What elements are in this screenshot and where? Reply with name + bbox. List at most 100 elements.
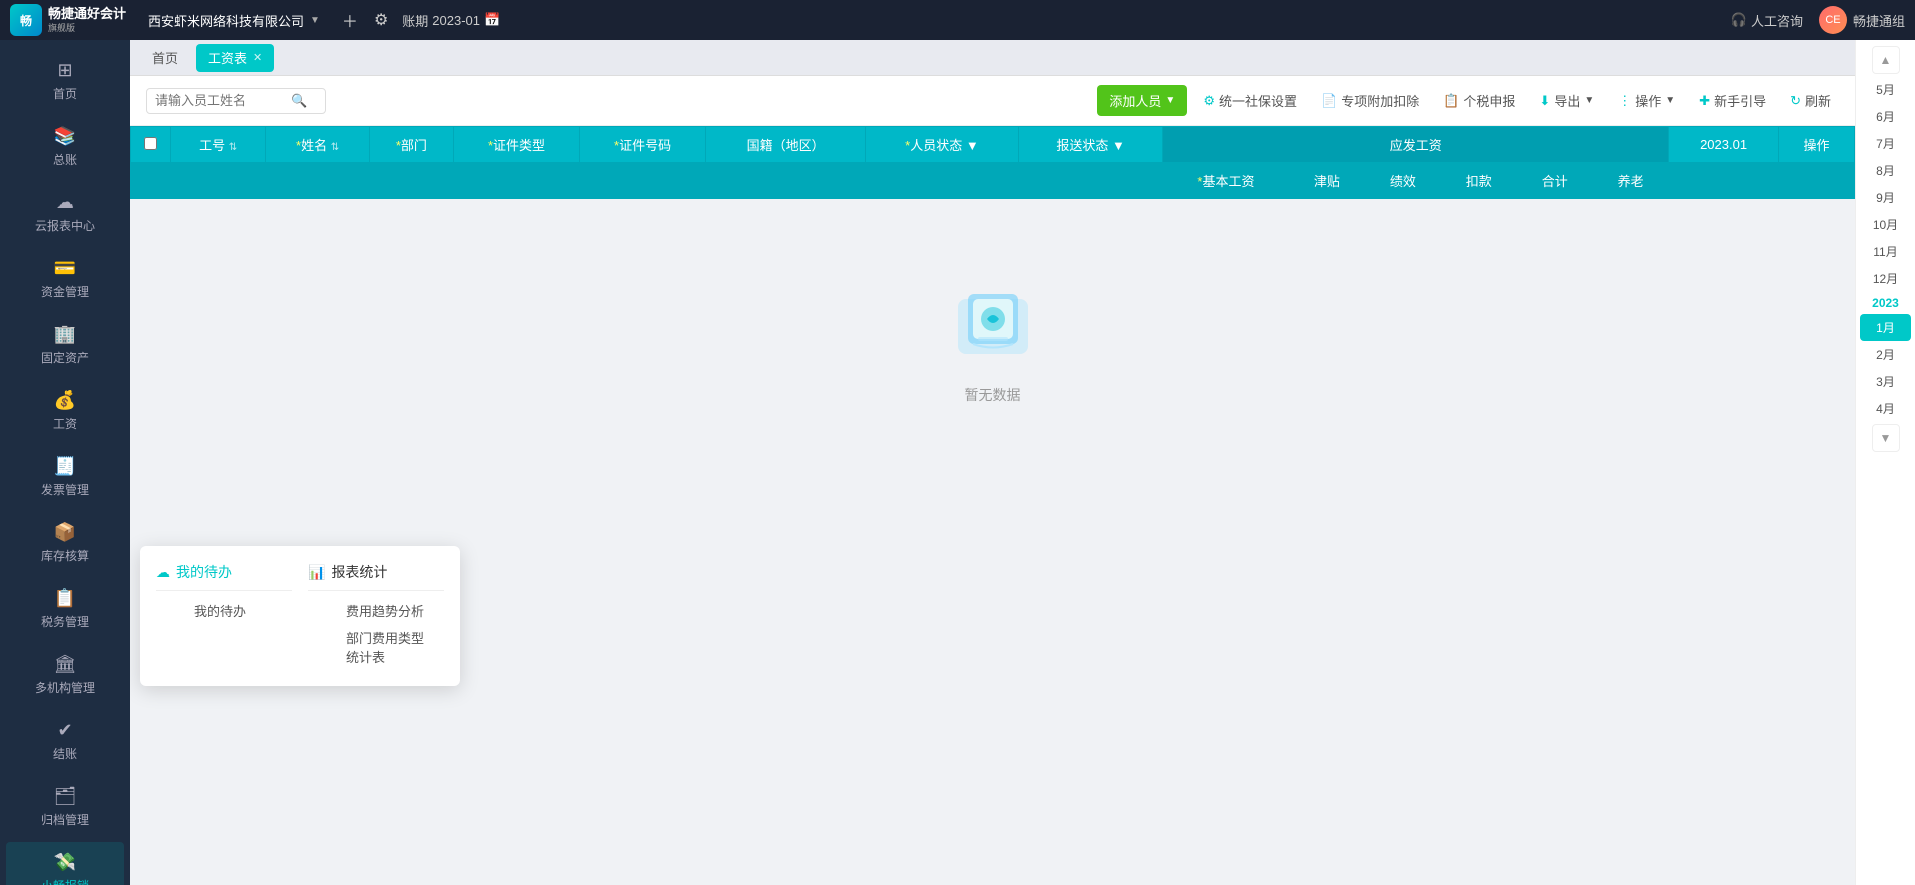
- period-label: 账期: [402, 11, 428, 30]
- header-right: 添加人员 ▼ ⚙ 统一社保设置 📄 专项附加扣除 📋 个税申报 ⬇: [1097, 85, 1839, 116]
- sidebar-icon-11: 🗂: [54, 786, 77, 807]
- new-guide-button[interactable]: ✚ 新手引导: [1691, 87, 1774, 114]
- select-all-checkbox[interactable]: [131, 127, 171, 163]
- col-operations: 操作: [1778, 127, 1854, 163]
- sidebar-item-7[interactable]: 📦 库存核算: [6, 512, 124, 574]
- tax-icon: 📋: [1443, 93, 1459, 109]
- refresh-button[interactable]: ↻ 刷新: [1782, 87, 1839, 114]
- popup-col-todo: ☁ 我的待办 我的待办: [156, 562, 292, 670]
- sidebar-item-0[interactable]: ⊞ 首页: [6, 50, 124, 112]
- month-2[interactable]: 2月: [1856, 341, 1915, 368]
- operations-icon: ⋮: [1618, 93, 1631, 109]
- sidebar-label-9: 多机构管理: [35, 679, 95, 696]
- company-name: 西安虾米网络科技有限公司: [148, 11, 304, 30]
- operations-button[interactable]: ⋮ 操作 ▼: [1610, 87, 1683, 114]
- col-id-number: *证件号码: [580, 127, 706, 163]
- col-report-status: 报送状态 ▼: [1018, 127, 1163, 163]
- month-9[interactable]: 9月: [1856, 184, 1915, 211]
- month-nav-down[interactable]: ▼: [1872, 424, 1900, 452]
- month-11[interactable]: 11月: [1856, 238, 1915, 265]
- popup-report-item-0[interactable]: 费用趋势分析: [338, 597, 444, 624]
- export-button[interactable]: ⬇ 导出 ▼: [1531, 87, 1602, 114]
- current-year-label: 2023: [1856, 292, 1915, 314]
- search-input[interactable]: [155, 93, 285, 108]
- sidebar-item-1[interactable]: 📚 总账: [6, 116, 124, 178]
- sidebar-icon-5: 💰: [54, 390, 76, 411]
- support-button[interactable]: 🎧 人工咨询: [1731, 11, 1803, 30]
- dropdown-popup: ☁ 我的待办 我的待办 📊 报表统计 费用趋势分析: [140, 546, 460, 686]
- month-12[interactable]: 12月: [1856, 265, 1915, 292]
- month-10[interactable]: 10月: [1856, 211, 1915, 238]
- sidebar-item-5[interactable]: 💰 工资: [6, 380, 124, 442]
- sidebar-icon-4: 🏢: [54, 324, 76, 345]
- user-area[interactable]: CE 畅捷通组: [1819, 6, 1905, 34]
- month-5[interactable]: 5月: [1856, 76, 1915, 103]
- sidebar-icon-3: 💳: [54, 258, 76, 279]
- sidebar-item-3[interactable]: 💳 资金管理: [6, 248, 124, 310]
- search-icon[interactable]: 🔍: [291, 93, 307, 109]
- todo-section-icon: ☁: [156, 564, 170, 581]
- report-section-icon: 📊: [308, 564, 325, 581]
- operations-chevron-icon: ▼: [1665, 95, 1675, 106]
- filter-icon-report[interactable]: ▼: [1112, 138, 1125, 153]
- sidebar-item-12[interactable]: 💸 小畅报销: [6, 842, 124, 885]
- table-container: 工号 ⇅ *姓名 ⇅ *部门 *证件类型 *证件号码 国籍（地区） *人员状态 …: [130, 126, 1855, 885]
- sort-icon[interactable]: ⇅: [229, 142, 237, 153]
- export-chevron-icon: ▼: [1584, 95, 1594, 106]
- logo-sub: 旗舰版: [48, 21, 126, 34]
- month-1-active[interactable]: 1月: [1860, 314, 1911, 341]
- sidebar-label-2: 云报表中心: [35, 217, 95, 234]
- table-subheader-row: *基本工资 津贴 绩效 扣款 合计 养老: [131, 163, 1855, 199]
- month-7[interactable]: 7月: [1856, 130, 1915, 157]
- headphone-icon: 🎧: [1731, 12, 1747, 28]
- main-layout: ⊞ 首页📚 总账☁ 云报表中心💳 资金管理🏢 固定资产💰 工资🧾 发票管理📦: [0, 40, 1915, 885]
- social-insurance-button[interactable]: ⚙ 统一社保设置: [1195, 87, 1305, 114]
- select-all-input[interactable]: [144, 137, 157, 150]
- refresh-icon: ↻: [1790, 93, 1801, 109]
- table-header-row: 工号 ⇅ *姓名 ⇅ *部门 *证件类型 *证件号码 国籍（地区） *人员状态 …: [131, 127, 1855, 163]
- popup-report-title: 📊 报表统计: [308, 562, 444, 591]
- popup-my-todo-item[interactable]: 我的待办: [186, 597, 292, 624]
- col-performance: 绩效: [1365, 163, 1441, 199]
- month-4[interactable]: 4月: [1856, 395, 1915, 422]
- popup-report-item-1[interactable]: 部门费用类型统计表: [338, 624, 444, 670]
- sidebar-label-10: 结账: [53, 745, 77, 762]
- month-6[interactable]: 6月: [1856, 103, 1915, 130]
- sidebar-item-8[interactable]: 📋 税务管理: [6, 578, 124, 640]
- sidebar-label-3: 资金管理: [41, 283, 89, 300]
- sort-icon-name[interactable]: ⇅: [331, 142, 339, 153]
- col-base-salary: *基本工资: [1163, 163, 1289, 199]
- sidebar-item-2[interactable]: ☁ 云报表中心: [6, 182, 124, 244]
- tab-home[interactable]: 首页: [140, 44, 190, 72]
- sidebar-item-10[interactable]: ✔ 结账: [6, 710, 124, 772]
- sidebar-item-9[interactable]: 🏛 多机构管理: [6, 644, 124, 706]
- period-info: 账期 2023-01 📅: [402, 11, 500, 30]
- social-insurance-icon: ⚙: [1203, 93, 1215, 109]
- company-chevron-icon: ▼: [310, 15, 320, 26]
- month-nav-up[interactable]: ▲: [1872, 46, 1900, 74]
- tab-bar: 首页 工资表 ✕: [130, 40, 1855, 76]
- tab-close-icon[interactable]: ✕: [253, 51, 262, 64]
- tab-salary[interactable]: 工资表 ✕: [196, 44, 274, 72]
- calendar-icon[interactable]: 📅: [484, 12, 500, 28]
- month-8[interactable]: 8月: [1856, 157, 1915, 184]
- month-3[interactable]: 3月: [1856, 368, 1915, 395]
- special-deduction-button[interactable]: 📄 专项附加扣除: [1313, 87, 1427, 114]
- sidebar-item-4[interactable]: 🏢 固定资产: [6, 314, 124, 376]
- tax-declaration-button[interactable]: 📋 个税申报: [1435, 87, 1523, 114]
- sidebar-item-11[interactable]: 🗂 归档管理: [6, 776, 124, 838]
- sidebar-icon-6: 🧾: [54, 456, 76, 477]
- filter-icon-status[interactable]: ▼: [966, 138, 979, 153]
- sidebar-icon-7: 📦: [54, 522, 76, 543]
- add-company-icon[interactable]: ＋: [338, 6, 362, 34]
- col-pension: 养老: [1593, 163, 1669, 199]
- sidebar-item-6[interactable]: 🧾 发票管理: [6, 446, 124, 508]
- avatar: CE: [1819, 6, 1847, 34]
- user-name: 畅捷通组: [1853, 11, 1905, 30]
- company-selector[interactable]: 西安虾米网络科技有限公司 ▼: [140, 7, 328, 34]
- settings-icon[interactable]: ⚙: [370, 8, 392, 32]
- col-employee-id: 工号 ⇅: [171, 127, 266, 163]
- col-name: *姓名 ⇅: [266, 127, 370, 163]
- add-person-button[interactable]: 添加人员 ▼: [1097, 85, 1187, 116]
- sidebar-icon-2: ☁: [56, 192, 74, 213]
